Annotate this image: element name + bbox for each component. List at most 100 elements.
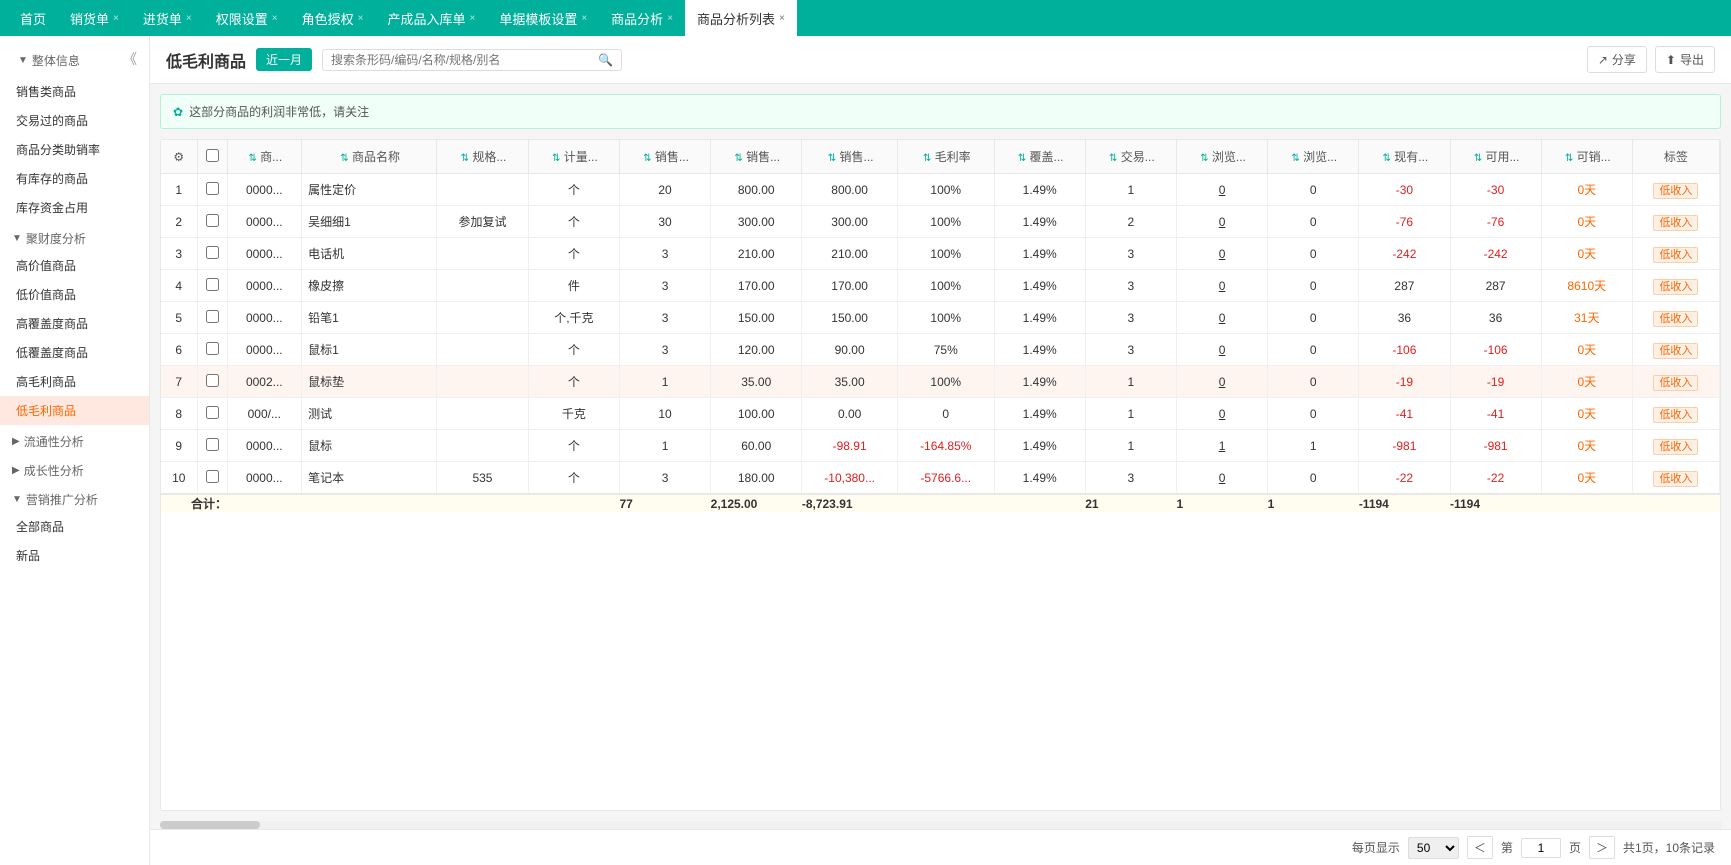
table-row: 4 0000... 橡皮擦 件 3 170.00 170.00 100% 1.4…: [161, 270, 1720, 302]
row-view1[interactable]: 0: [1176, 238, 1267, 270]
row-view1[interactable]: 0: [1176, 398, 1267, 430]
per-page-select[interactable]: 50 100: [1408, 837, 1459, 859]
col-gross-rate[interactable]: ⇅ 毛利率: [897, 140, 994, 174]
row-checkbox[interactable]: [197, 302, 227, 334]
row-view1[interactable]: 0: [1176, 334, 1267, 366]
sidebar-group-juicai[interactable]: ▼ 聚财度分析: [0, 222, 149, 251]
nav-home[interactable]: 首页: [8, 0, 58, 36]
sidebar-group-marketing[interactable]: ▼ 营销推广分析: [0, 483, 149, 512]
col-view1[interactable]: ⇅ 浏览...: [1176, 140, 1267, 174]
sidebar-item-sales-goods[interactable]: 销售类商品: [0, 77, 149, 106]
row-unit: 个: [528, 366, 619, 398]
row-view1[interactable]: 1: [1176, 430, 1267, 462]
row-checkbox[interactable]: [197, 206, 227, 238]
nav-roles[interactable]: 角色授权 ×: [290, 0, 376, 36]
row-checkbox[interactable]: [197, 174, 227, 206]
row-unit: 个,千克: [528, 302, 619, 334]
sidebar-item-low-margin[interactable]: 低毛利商品: [0, 396, 149, 425]
nav-purchase-order[interactable]: 进货单 ×: [131, 0, 204, 36]
sidebar-item-low-value[interactable]: 低价值商品: [0, 280, 149, 309]
close-icon[interactable]: ×: [186, 13, 192, 24]
close-icon[interactable]: ×: [779, 13, 785, 24]
page-number-input[interactable]: [1521, 838, 1561, 858]
sidebar-group-overall[interactable]: ▼ 整体信息: [6, 44, 117, 73]
date-filter-button[interactable]: 近一月: [256, 48, 312, 71]
total-available: -1194: [1450, 494, 1541, 512]
col-cover-rate[interactable]: ⇅ 覆盖...: [994, 140, 1085, 174]
col-checkbox[interactable]: [197, 140, 227, 174]
sidebar-item-traded-goods[interactable]: 交易过的商品: [0, 106, 149, 135]
row-checkbox[interactable]: [197, 366, 227, 398]
scrollbar-thumb[interactable]: [160, 821, 260, 829]
row-sales-price: 800.00: [711, 174, 802, 206]
col-name[interactable]: ⇅ 商品名称: [302, 140, 437, 174]
close-icon[interactable]: ×: [358, 13, 364, 24]
col-tag[interactable]: 标签: [1632, 140, 1719, 174]
row-sellable: 31天: [1541, 302, 1632, 334]
row-checkbox[interactable]: [197, 238, 227, 270]
row-trade: 1: [1085, 366, 1176, 398]
col-available[interactable]: ⇅ 可用...: [1450, 140, 1541, 174]
nav-template-settings[interactable]: 单据模板设置 ×: [487, 0, 599, 36]
search-icon[interactable]: 🔍: [598, 53, 613, 67]
col-sellable[interactable]: ⇅ 可销...: [1541, 140, 1632, 174]
row-view1[interactable]: 0: [1176, 366, 1267, 398]
col-sales-qty[interactable]: ⇅ 销售...: [619, 140, 710, 174]
row-cover-rate: 1.49%: [994, 302, 1085, 334]
row-view1[interactable]: 0: [1176, 302, 1267, 334]
col-sales-amount[interactable]: ⇅ 销售...: [802, 140, 898, 174]
nav-product-analysis[interactable]: 商品分析 ×: [599, 0, 685, 36]
prev-page-button[interactable]: ＜: [1467, 836, 1493, 859]
sidebar-item-inventory-funds[interactable]: 库存资金占用: [0, 193, 149, 222]
sidebar-item-low-coverage[interactable]: 低覆盖度商品: [0, 338, 149, 367]
row-view1[interactable]: 0: [1176, 462, 1267, 495]
sidebar-item-high-margin[interactable]: 高毛利商品: [0, 367, 149, 396]
sidebar-item-category-rate[interactable]: 商品分类助销率: [0, 135, 149, 164]
share-button[interactable]: ↗ 分享: [1587, 46, 1647, 73]
search-input[interactable]: [331, 53, 598, 67]
row-checkbox[interactable]: [197, 398, 227, 430]
nav-permissions[interactable]: 权限设置 ×: [204, 0, 290, 36]
table-row: 8 000/... 测试 千克 10 100.00 0.00 0 1.49% 1…: [161, 398, 1720, 430]
export-button[interactable]: ⬆ 导出: [1655, 46, 1715, 73]
horizontal-scrollbar[interactable]: [160, 821, 1721, 829]
row-view1[interactable]: 0: [1176, 174, 1267, 206]
table-row: 1 0000... 属性定价 个 20 800.00 800.00 100% 1…: [161, 174, 1720, 206]
col-trade[interactable]: ⇅ 交易...: [1085, 140, 1176, 174]
nav-product-analysis-list[interactable]: 商品分析列表 ×: [685, 0, 797, 36]
close-icon[interactable]: ×: [667, 13, 673, 24]
close-icon[interactable]: ×: [113, 13, 119, 24]
row-view2: 0: [1268, 302, 1359, 334]
sidebar-group-growth[interactable]: ▶ 成长性分析: [0, 454, 149, 483]
sidebar-item-all-goods[interactable]: 全部商品: [0, 512, 149, 541]
col-current[interactable]: ⇅ 现有...: [1359, 140, 1450, 174]
sidebar-group-flow[interactable]: ▶ 流通性分析: [0, 425, 149, 454]
close-icon[interactable]: ×: [581, 13, 587, 24]
row-checkbox[interactable]: [197, 334, 227, 366]
sidebar-item-stocked-goods[interactable]: 有库存的商品: [0, 164, 149, 193]
col-view2[interactable]: ⇅ 浏览...: [1268, 140, 1359, 174]
sidebar-collapse-btn[interactable]: 《: [117, 49, 143, 69]
settings-icon[interactable]: ⚙: [173, 150, 184, 164]
col-sales-price[interactable]: ⇅ 销售...: [711, 140, 802, 174]
row-view1[interactable]: 0: [1176, 206, 1267, 238]
col-spec[interactable]: ⇅ 规格...: [437, 140, 529, 174]
row-unit: 千克: [528, 398, 619, 430]
col-unit[interactable]: ⇅ 计量...: [528, 140, 619, 174]
next-page-button[interactable]: ＞: [1589, 836, 1615, 859]
row-checkbox[interactable]: [197, 462, 227, 495]
sidebar-item-new-goods[interactable]: 新品: [0, 541, 149, 570]
col-code[interactable]: ⇅ 商...: [227, 140, 302, 174]
row-checkbox[interactable]: [197, 270, 227, 302]
col-settings[interactable]: ⚙: [161, 140, 197, 174]
nav-product-entry[interactable]: 产成品入库单 ×: [375, 0, 487, 36]
sidebar-item-high-coverage[interactable]: 高覆盖度商品: [0, 309, 149, 338]
nav-sales-order[interactable]: 销货单 ×: [58, 0, 131, 36]
close-icon[interactable]: ×: [272, 13, 278, 24]
select-all-checkbox[interactable]: [206, 149, 219, 162]
close-icon[interactable]: ×: [469, 13, 475, 24]
row-view1[interactable]: 0: [1176, 270, 1267, 302]
sidebar-item-high-value[interactable]: 高价值商品: [0, 251, 149, 280]
row-code: 0000...: [227, 302, 302, 334]
row-checkbox[interactable]: [197, 430, 227, 462]
